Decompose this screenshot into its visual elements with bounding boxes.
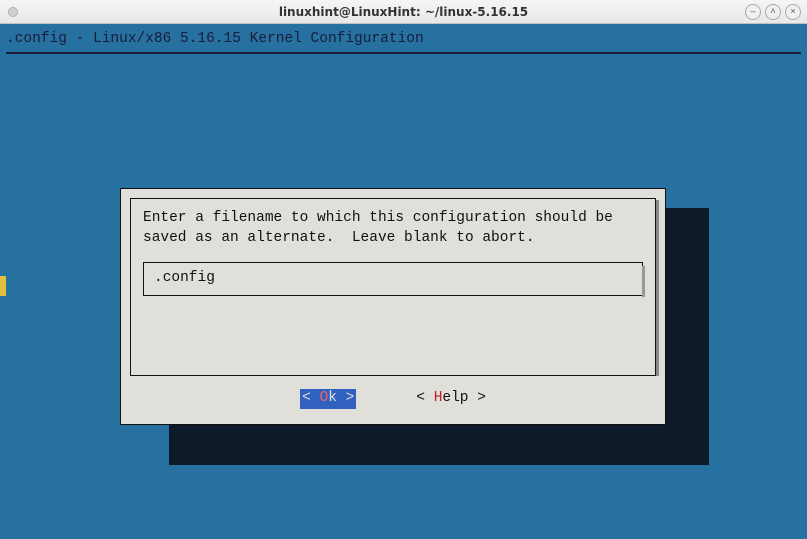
ok-button[interactable]: < Ok > <box>300 389 356 409</box>
window-title: linuxhint@LinuxHint: ~/linux-5.16.15 <box>279 5 528 19</box>
input-shadow <box>642 266 645 297</box>
dialog-divider <box>130 375 656 376</box>
help-button[interactable]: < Help > <box>416 389 486 409</box>
dialog-prompt-text: Enter a filename to which this configura… <box>143 209 643 248</box>
close-button[interactable]: × <box>785 4 801 20</box>
cursor-edge-indicator <box>0 276 6 296</box>
minimize-button[interactable]: – <box>745 4 761 20</box>
dialog-inner-shadow <box>656 200 659 376</box>
dialog-button-row: < Ok > < Help > <box>121 384 665 414</box>
window-titlebar: linuxhint@LinuxHint: ~/linux-5.16.15 – ˄… <box>0 0 807 24</box>
config-title: .config - Linux/x86 5.16.15 Kernel Confi… <box>0 24 807 52</box>
maximize-button[interactable]: ˄ <box>765 4 781 20</box>
window-controls: – ˄ × <box>745 4 801 20</box>
filename-input-value: .config <box>154 270 215 286</box>
terminal-area: .config - Linux/x86 5.16.15 Kernel Confi… <box>0 24 807 539</box>
title-underline <box>6 52 801 54</box>
save-config-dialog: Enter a filename to which this configura… <box>120 188 666 425</box>
dialog-content: Enter a filename to which this configura… <box>130 198 656 376</box>
filename-input[interactable]: .config <box>143 262 643 296</box>
window-menu-icon[interactable] <box>8 7 18 17</box>
